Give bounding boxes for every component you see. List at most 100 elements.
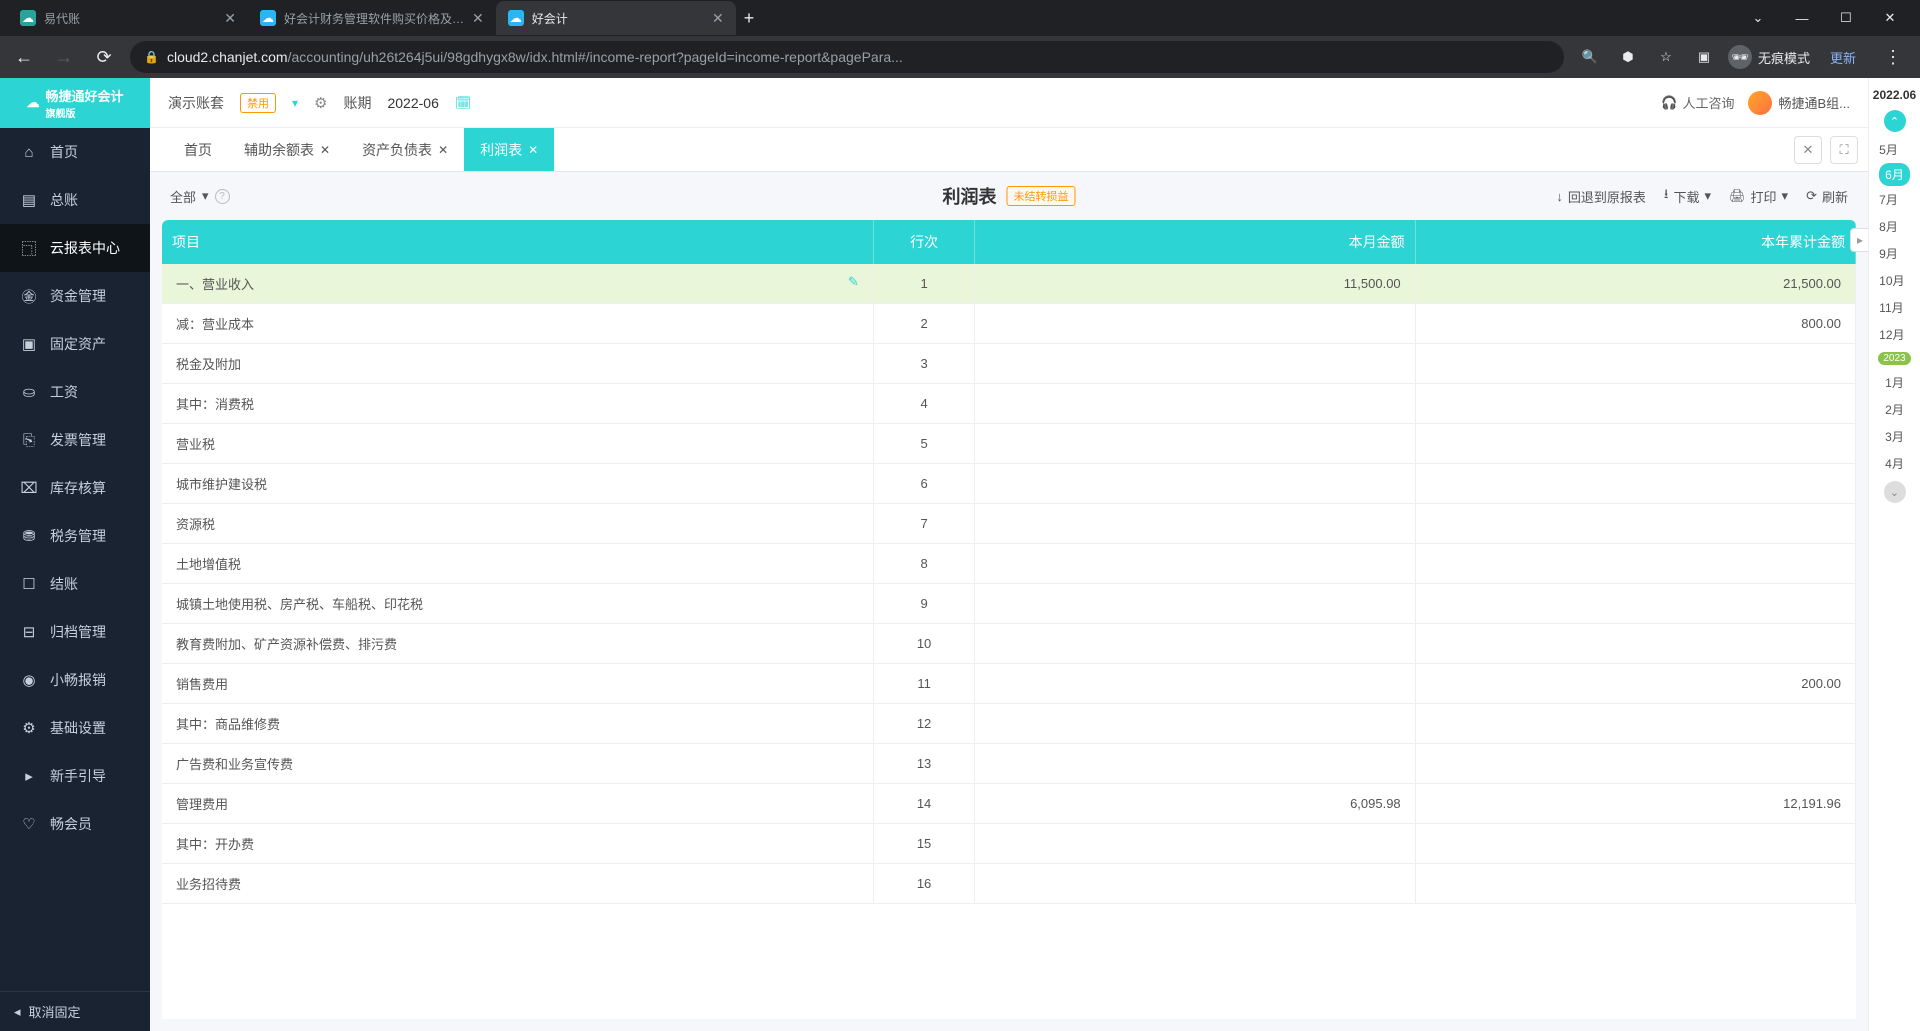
scroll-handle[interactable]: ▸ [1850, 228, 1868, 252]
update-button[interactable]: 更新 [1820, 44, 1866, 71]
sidebar-item[interactable]: ▤总账 [0, 176, 150, 224]
extension-icon[interactable]: ⬢ [1614, 43, 1642, 71]
table-row[interactable]: 土地增值税8 [162, 544, 1856, 584]
sidebar-item[interactable]: ⚙基础设置 [0, 704, 150, 752]
back-button[interactable]: ← [10, 43, 38, 71]
sidebar-item[interactable]: ⿹云报表中心 [0, 224, 150, 272]
close-icon[interactable]: ✕ [224, 10, 236, 27]
timeline-month[interactable]: 2月 [1885, 396, 1904, 423]
cell-year [1415, 624, 1855, 664]
sidebar-item[interactable]: ♡畅会员 [0, 800, 150, 848]
edit-icon[interactable]: ✎ [848, 274, 859, 290]
table-row[interactable]: 一、营业收入✎111,500.0021,500.00 [162, 264, 1856, 304]
forward-button[interactable]: → [50, 43, 78, 71]
sidebar-icon: ⊟ [20, 623, 38, 641]
timeline-month[interactable]: 9月 [1879, 240, 1910, 267]
close-icon[interactable]: ✕ [712, 10, 724, 27]
filter-select[interactable]: 全部 ▾ ? [170, 187, 230, 206]
table-row[interactable]: 管理费用146,095.9812,191.96 [162, 784, 1856, 824]
timeline-month[interactable]: 1月 [1885, 369, 1904, 396]
table-row[interactable]: 减：营业成本2800.00 [162, 304, 1856, 344]
page-tab[interactable]: 首页 [168, 128, 228, 171]
timeline-down-button[interactable]: ⌄ [1884, 481, 1906, 503]
sidebar-item[interactable]: ⛃税务管理 [0, 512, 150, 560]
close-icon[interactable]: ✕ [320, 143, 330, 157]
maximize-button[interactable]: ☐ [1828, 4, 1864, 32]
calendar-icon[interactable]: 🗓 [455, 95, 472, 111]
cell-item: 城镇土地使用税、房产税、车船税、印花税 [162, 584, 873, 624]
sidebar-item[interactable]: ⊟归档管理 [0, 608, 150, 656]
table-row[interactable]: 其中：消费税4 [162, 384, 1856, 424]
browser-menu-button[interactable]: ⋮ [1876, 43, 1910, 72]
fullscreen-button[interactable]: ⛶ [1830, 136, 1858, 164]
tab-favicon-icon: ☁ [20, 10, 36, 26]
sidebar-item[interactable]: ◉小畅报销 [0, 656, 150, 704]
table-row[interactable]: 资源税7 [162, 504, 1856, 544]
logo[interactable]: ☁ 畅捷通好会计 旗舰版 [0, 78, 150, 128]
reload-button[interactable]: ⟳ [90, 43, 118, 71]
user-menu[interactable]: 畅捷通B组... [1748, 91, 1850, 115]
table-row[interactable]: 教育费附加、矿产资源补偿费、排污费10 [162, 624, 1856, 664]
page-tab[interactable]: 辅助余额表✕ [228, 128, 346, 171]
sidebar-item[interactable]: ⌂首页 [0, 128, 150, 176]
sidebar-footer-unpin[interactable]: ◂ 取消固定 [0, 991, 150, 1031]
browser-tab[interactable]: ☁好会计✕ [496, 1, 736, 35]
refresh-button[interactable]: ⟳刷新 [1806, 185, 1848, 207]
download-button[interactable]: ⭳下载▾ [1664, 185, 1711, 207]
minimize-button[interactable]: — [1784, 4, 1820, 32]
close-icon[interactable]: ✕ [528, 143, 538, 157]
table-row[interactable]: 其中：商品维修费12 [162, 704, 1856, 744]
browser-tab[interactable]: ☁好会计财务管理软件购买价格及…✕ [248, 1, 496, 35]
table-row[interactable]: 销售费用11200.00 [162, 664, 1856, 704]
sidebar-item[interactable]: ⎘发票管理 [0, 416, 150, 464]
timeline-month[interactable]: 11月 [1879, 294, 1910, 321]
restore-button[interactable]: ↓回退到原报表 [1556, 185, 1646, 207]
zoom-icon[interactable]: 🔍 [1576, 43, 1604, 71]
new-tab-button[interactable]: + [736, 0, 763, 37]
table-row[interactable]: 广告费和业务宣传费13 [162, 744, 1856, 784]
timeline-month[interactable]: 5月 [1879, 136, 1910, 163]
timeline-month[interactable]: 12月 [1879, 321, 1910, 348]
timeline-year-label: 2022.06 [1873, 84, 1916, 106]
browser-tab[interactable]: ☁易代账✕ [8, 1, 248, 35]
support-link[interactable]: 🎧 人工咨询 [1661, 93, 1734, 112]
timeline-month[interactable]: 4月 [1885, 450, 1904, 477]
close-icon[interactable]: ✕ [438, 143, 448, 157]
cell-month [975, 464, 1415, 504]
cell-month [975, 504, 1415, 544]
chevron-down-icon[interactable]: ▾ [292, 96, 298, 110]
app-icon[interactable]: ▣ [1690, 43, 1718, 71]
caret-down-icon[interactable]: ⌄ [1740, 4, 1776, 32]
url-box[interactable]: 🔒 cloud2.chanjet.com/accounting/uh26t264… [130, 41, 1564, 73]
timeline-month[interactable]: 6月 [1879, 163, 1910, 186]
sidebar-item[interactable]: ▸新手引导 [0, 752, 150, 800]
sidebar-item[interactable]: ⌧库存核算 [0, 464, 150, 512]
print-button[interactable]: 🖨打印▾ [1729, 185, 1788, 207]
sidebar-item[interactable]: ⛀工资 [0, 368, 150, 416]
close-icon[interactable]: ✕ [472, 10, 484, 27]
close-all-tabs-button[interactable]: ✕ [1794, 136, 1822, 164]
table-row[interactable]: 税金及附加3 [162, 344, 1856, 384]
close-window-button[interactable]: ✕ [1872, 4, 1908, 32]
timeline-month[interactable]: 10月 [1879, 267, 1910, 294]
table-row[interactable]: 业务招待费16 [162, 864, 1856, 904]
page-tab[interactable]: 资产负债表✕ [346, 128, 464, 171]
table-row[interactable]: 城镇土地使用税、房产税、车船税、印花税9 [162, 584, 1856, 624]
report-table: 项目 行次 本月金额 本年累计金额 一、营业收入✎111,500.0021,50… [162, 220, 1856, 904]
table-row[interactable]: 营业税5 [162, 424, 1856, 464]
table-row[interactable]: 其中：开办费15 [162, 824, 1856, 864]
sidebar-item[interactable]: ▣固定资产 [0, 320, 150, 368]
page-tab[interactable]: 利润表✕ [464, 128, 554, 171]
account-name[interactable]: 演示账套 [168, 93, 224, 113]
timeline-month[interactable]: 8月 [1879, 213, 1910, 240]
gear-icon[interactable]: ⚙ [314, 94, 327, 112]
timeline-month[interactable]: 3月 [1885, 423, 1904, 450]
timeline-up-button[interactable]: ⌃ [1884, 110, 1906, 132]
sidebar-item-label: 小畅报销 [50, 670, 106, 690]
help-icon[interactable]: ? [215, 189, 230, 204]
sidebar-item[interactable]: ☐结账 [0, 560, 150, 608]
table-row[interactable]: 城市维护建设税6 [162, 464, 1856, 504]
timeline-month[interactable]: 7月 [1879, 186, 1910, 213]
sidebar-item[interactable]: ㊎资金管理 [0, 272, 150, 320]
star-icon[interactable]: ☆ [1652, 43, 1680, 71]
